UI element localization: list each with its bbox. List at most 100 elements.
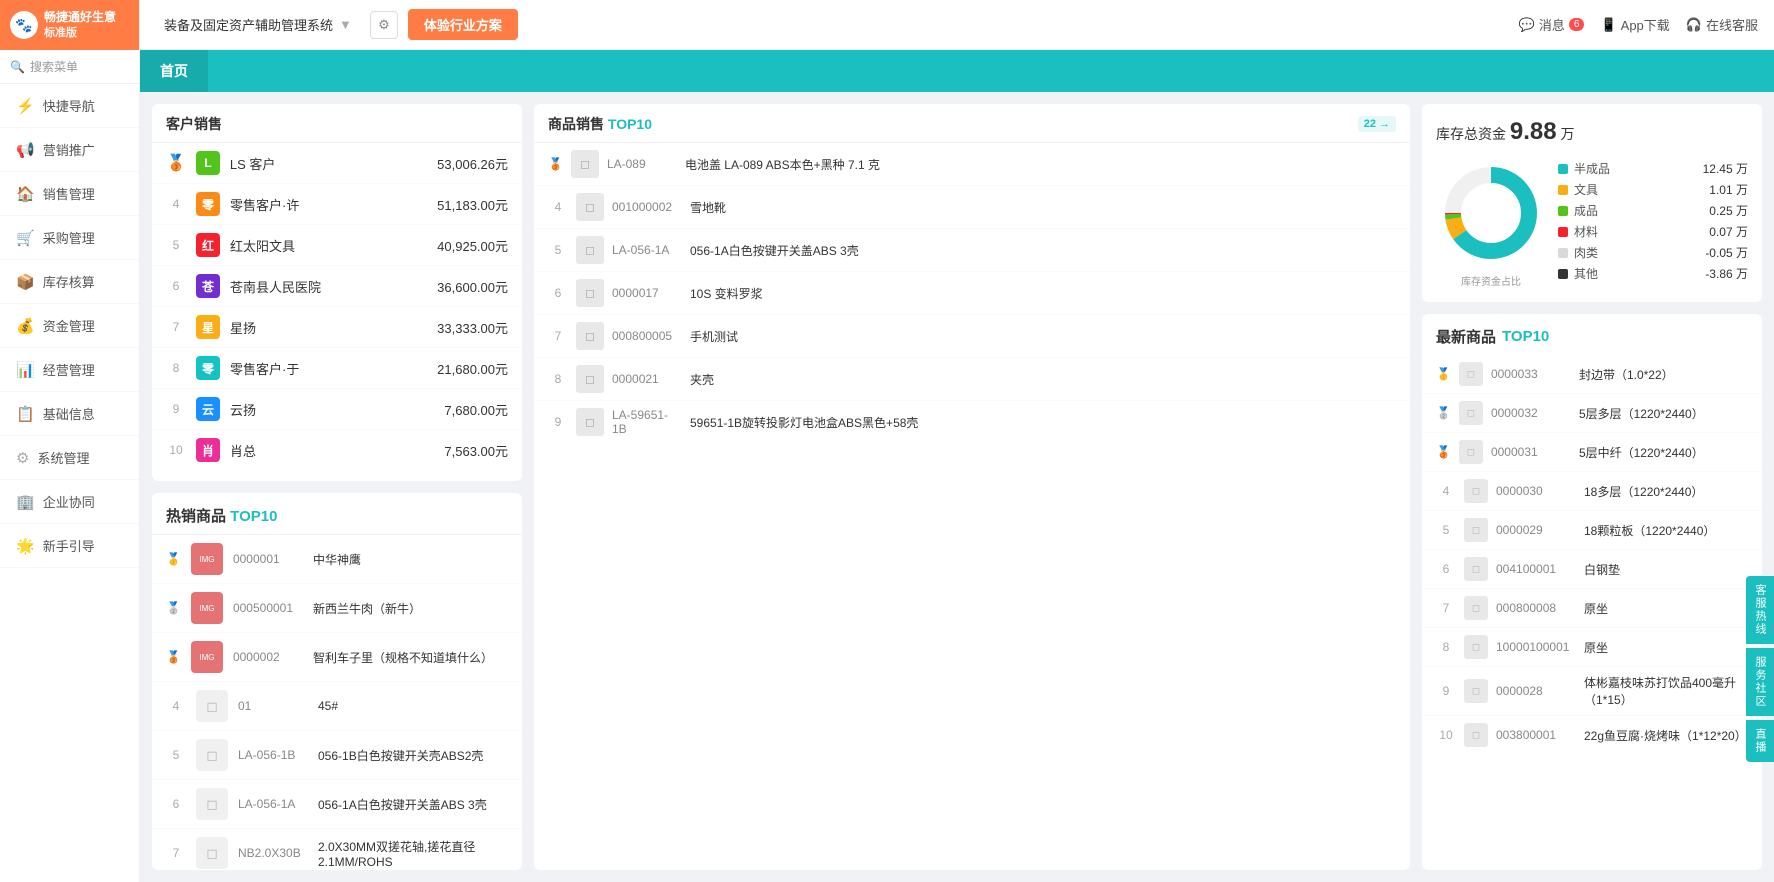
donut-chart-container: 库存资金占比 <box>1436 158 1546 288</box>
system-selector[interactable]: 装备及固定资产辅助管理系统 ▼ <box>156 11 360 38</box>
hot-product-5: 5 ◻ LA-056-1B 056-1B白色按键开关壳ABS2壳 <box>152 731 522 780</box>
search-menu[interactable]: 🔍 搜索菜单 <box>0 50 139 84</box>
customer-sales-list: 🥉 L LS 客户 53,006.26元 4 零 零售客户·许 51,183.0… <box>152 143 522 470</box>
product-img-9: ◻ <box>576 408 604 436</box>
sidebar-logo: 🐾 畅捷通好生意 标准版 <box>0 0 139 50</box>
hot-img-1: IMG <box>191 543 223 575</box>
hot-product-7: 7 ◻ NB2.0X30B 2.0X30MM双搓花轴,搓花直径2.1MM/ROH… <box>152 829 522 870</box>
sidebar-item-purchase[interactable]: 🛒 采购管理 <box>0 216 139 260</box>
hot-product-2: 🥈 IMG 000500001 新西兰牛肉（新牛） <box>152 584 522 633</box>
sidebar-item-enterprise[interactable]: 🏢 企业协同 <box>0 480 139 524</box>
newest-row-8: 8 ◻ 10000100001 原坐 <box>1422 628 1762 667</box>
newest-row-7: 7 ◻ 000800008 原坐 <box>1422 589 1762 628</box>
hot-medal-2-icon: 🥈 <box>166 601 181 615</box>
quick-nav-icon: ⚡ <box>16 97 35 115</box>
purchase-icon: 🛒 <box>16 229 35 247</box>
product-sales-panel: 商品销售 TOP10 22 → 🥉 ◻ LA-089 电池盖 LA-089 AB… <box>534 104 1410 870</box>
customer-row-10: 10 肖 肖总 7,563.00元 <box>152 430 522 470</box>
hot-medal-1-icon: 🥇 <box>166 552 181 566</box>
sidebar-item-quick-nav[interactable]: ⚡ 快捷导航 <box>0 84 139 128</box>
product-row-8: 8 ◻ 0000021 夹壳 <box>534 358 1410 401</box>
legend-dot-3 <box>1558 227 1568 237</box>
legend-dot-2 <box>1558 206 1568 216</box>
product-row-3: 🥉 ◻ LA-089 电池盖 LA-089 ABS本色+黑种 7.1 克 <box>534 143 1410 186</box>
customer-badge-cang: 苍 <box>196 274 220 298</box>
customer-row-8: 8 零 零售客户·于 21,680.00元 <box>152 348 522 389</box>
product-img-5: ◻ <box>576 236 604 264</box>
medal-3-icon: 🥉 <box>166 153 186 173</box>
product-row-7: 7 ◻ 000800005 手机测试 <box>534 315 1410 358</box>
customer-badge-zero2: 零 <box>196 356 220 380</box>
sidebar-item-marketing[interactable]: 📢 营销推广 <box>0 128 139 172</box>
newest-row-2: 🥈 ◻ 0000032 5层多层（1220*2440） <box>1422 394 1762 433</box>
operations-icon: 📊 <box>16 361 35 379</box>
newest-row-5: 5 ◻ 0000029 18颗粒板（1220*2440） <box>1422 511 1762 550</box>
hot-img-7: ◻ <box>196 837 228 869</box>
customer-row-7: 7 星 星扬 33,333.00元 <box>152 307 522 348</box>
basic-info-icon: 📋 <box>16 405 35 423</box>
customer-badge-ls: L <box>196 151 220 175</box>
customer-badge-xing: 星 <box>196 315 220 339</box>
float-service: 客服热线 服务社区 直播 <box>1746 576 1774 762</box>
trial-button[interactable]: 体验行业方案 <box>408 9 518 40</box>
customer-badge-zero: 零 <box>196 192 220 216</box>
hot-product-1: 🥇 IMG 0000001 中华神鹰 <box>152 535 522 584</box>
sidebar-item-guide[interactable]: 🌟 新手引导 <box>0 524 139 568</box>
legend-item-4: 肉类 -0.05 万 <box>1558 244 1748 261</box>
newest-img-3: ◻ <box>1459 440 1483 464</box>
logo-text: 畅捷通好生意 标准版 <box>44 10 116 40</box>
header-right: 💬 消息 6 📱 App下载 🎧 在线客服 <box>1519 15 1758 34</box>
newest-img-5: ◻ <box>1464 518 1488 542</box>
newest-medal-3-icon: 🥉 <box>1436 445 1451 459</box>
float-service-community[interactable]: 服务社区 <box>1746 648 1774 716</box>
tab-home[interactable]: 首页 <box>140 50 208 92</box>
newest-img-9: ◻ <box>1464 679 1488 703</box>
legend-item-1: 文具 1.01 万 <box>1558 181 1748 198</box>
legend-item-2: 成品 0.25 万 <box>1558 202 1748 219</box>
product-row-6: 6 ◻ 0000017 10S 变料罗浆 <box>534 272 1410 315</box>
newest-products-card: 最新商品 TOP10 🥇 ◻ 0000033 封边带（1.0*22） 🥈 ◻ <box>1422 314 1762 870</box>
newest-img-2: ◻ <box>1459 401 1483 425</box>
sales-icon: 🏠 <box>16 185 35 203</box>
sidebar-item-finance[interactable]: 💰 资金管理 <box>0 304 139 348</box>
messages-button[interactable]: 💬 消息 6 <box>1519 15 1585 34</box>
inventory-card: 库存总资金 9.88 万 <box>1422 104 1762 302</box>
product-img-8: ◻ <box>576 365 604 393</box>
hot-img-5: ◻ <box>196 739 228 771</box>
newest-row-4: 4 ◻ 0000030 18多层（1220*2440） <box>1422 472 1762 511</box>
newest-medal-1-icon: 🥇 <box>1436 367 1451 381</box>
inventory-total: 库存总资金 9.88 万 <box>1436 118 1748 146</box>
main-area: 装备及固定资产辅助管理系统 ▼ ⚙ 体验行业方案 💬 消息 6 📱 App下载 … <box>140 0 1774 882</box>
gear-button[interactable]: ⚙ <box>370 11 398 39</box>
sidebar-item-system[interactable]: ⚙ 系统管理 <box>0 436 139 480</box>
product-img-3: ◻ <box>571 150 599 178</box>
product-row-9: 9 ◻ LA-59651-1B 59651-1B旋转投影灯电池盒ABS黑色+58… <box>534 401 1410 443</box>
sidebar-item-inventory[interactable]: 📦 库存核算 <box>0 260 139 304</box>
headset-icon: 🎧 <box>1686 17 1702 33</box>
legend-item-3: 材料 0.07 万 <box>1558 223 1748 240</box>
hot-products-list: 🥇 IMG 0000001 中华神鹰 🥈 IMG <box>152 535 522 870</box>
customer-row-6: 6 苍 苍南县人民医院 36,600.00元 <box>152 266 522 307</box>
phone-icon: 📱 <box>1600 17 1616 33</box>
product-row-4: 4 ◻ 001000002 雪地靴 <box>534 186 1410 229</box>
content-area: 客户销售 🥉 L LS 客户 53,006.26元 4 <box>140 92 1774 882</box>
app-download-button[interactable]: 📱 App下载 <box>1600 15 1669 34</box>
product-sales-card: 商品销售 TOP10 22 → 🥉 ◻ LA-089 电池盖 LA-089 AB… <box>534 104 1410 870</box>
sidebar-item-operations[interactable]: 📊 经营管理 <box>0 348 139 392</box>
logo-icon: 🐾 <box>10 11 38 39</box>
product-img-6: ◻ <box>576 279 604 307</box>
product-row-5: 5 ◻ LA-056-1A 056-1A白色按键开关盖ABS 3壳 <box>534 229 1410 272</box>
float-service-live[interactable]: 直播 <box>1746 720 1774 762</box>
chevron-down-icon: ▼ <box>339 17 352 32</box>
newest-img-8: ◻ <box>1464 635 1488 659</box>
hot-medal-3-icon: 🥉 <box>166 650 181 664</box>
hot-product-3: 🥉 IMG 0000002 智利车子里（规格不知道填什么） <box>152 633 522 682</box>
online-service-button[interactable]: 🎧 在线客服 <box>1686 15 1758 34</box>
product-sales-header: 商品销售 TOP10 22 → <box>534 104 1410 143</box>
float-service-hotline[interactable]: 客服热线 <box>1746 576 1774 644</box>
sidebar-item-sales[interactable]: 🏠 销售管理 <box>0 172 139 216</box>
message-icon: 💬 <box>1519 17 1535 33</box>
hot-img-2: IMG <box>191 592 223 624</box>
inventory-chart-area: 库存资金占比 半成品 12.45 万 文具 1.01 万 <box>1436 158 1748 288</box>
sidebar-item-basic-info[interactable]: 📋 基础信息 <box>0 392 139 436</box>
